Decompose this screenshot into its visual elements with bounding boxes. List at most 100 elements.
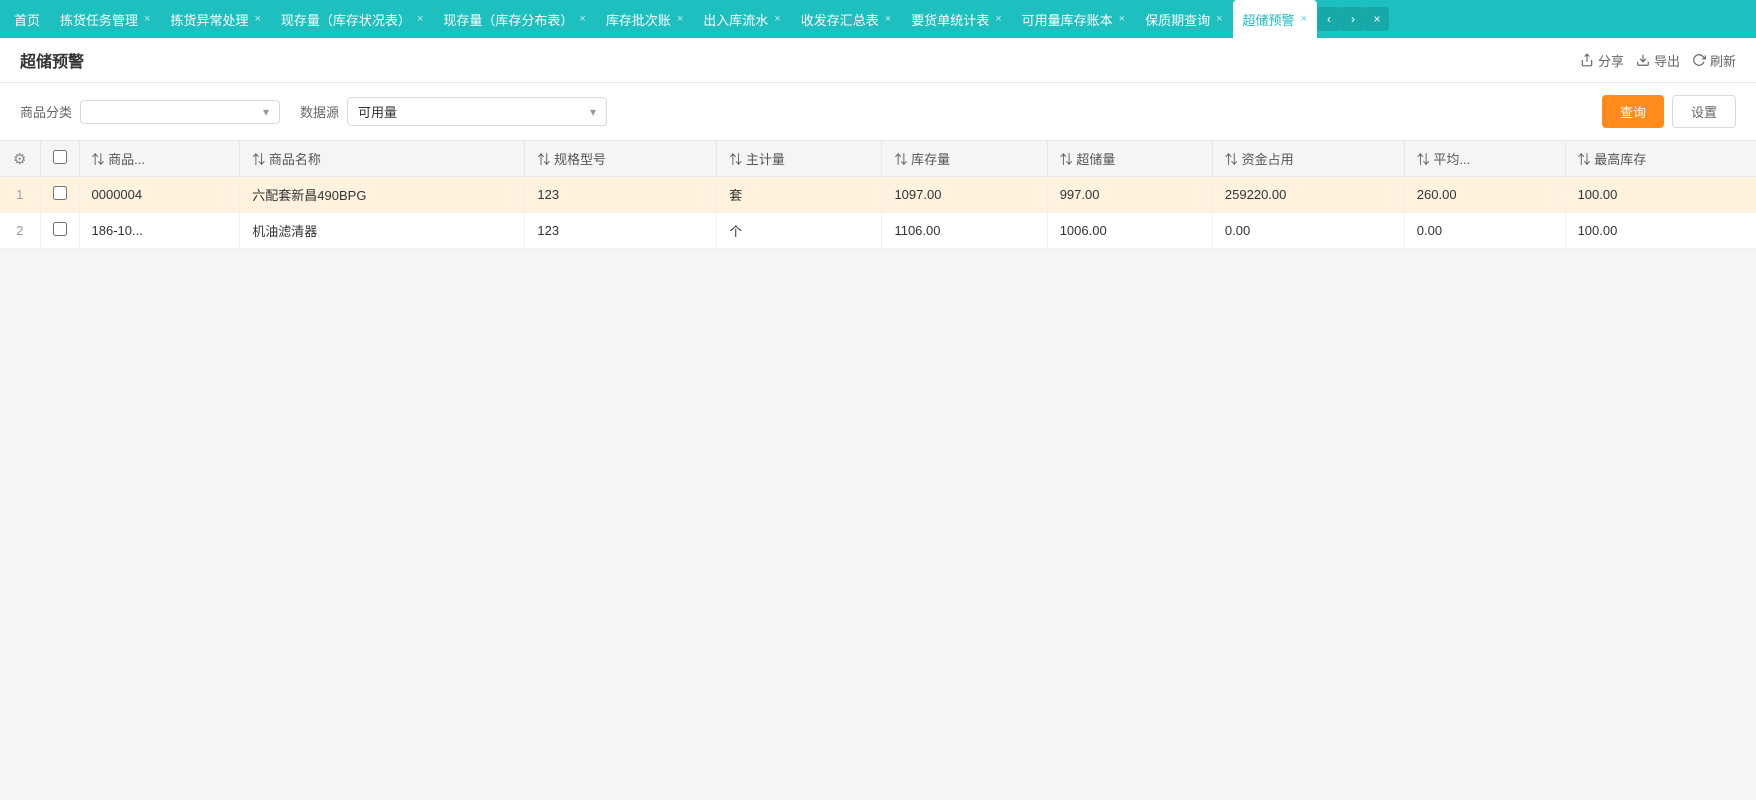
col-overstock: ⇅ 超储量: [1047, 141, 1212, 177]
chevron-down-icon: ▾: [263, 105, 269, 119]
table-row: 2 186-10... 机油滤清器 123 个 1106.00 1006.00 …: [0, 213, 1756, 249]
close-icon[interactable]: ×: [677, 13, 683, 25]
row-number: 2: [0, 213, 40, 249]
export-icon: [1636, 53, 1650, 67]
col-unit: ⇅ 主计量: [717, 141, 882, 177]
table-row: 1 0000004 六配套新昌490BPG 123 套 1097.00 997.…: [0, 177, 1756, 213]
avg: 260.00: [1404, 177, 1565, 213]
close-icon[interactable]: ×: [579, 13, 585, 25]
col-settings: ⚙: [0, 141, 40, 177]
stock: 1097.00: [882, 177, 1047, 213]
col-checkbox: [40, 141, 79, 177]
sort-icon[interactable]: ⇅: [92, 152, 105, 167]
capital: 259220.00: [1212, 177, 1404, 213]
nav-inventory-dist[interactable]: 现存量（库存分布表） ×: [433, 0, 595, 38]
product-code: 186-10...: [79, 213, 240, 249]
table-container: ⚙ ⇅ 商品... ⇅ 商品名称 ⇅ 规格型号 ⇅: [0, 141, 1756, 249]
share-icon: [1580, 53, 1594, 67]
col-max-stock: ⇅ 最高库存: [1565, 141, 1756, 177]
close-icon[interactable]: ×: [995, 13, 1001, 25]
category-filter: 商品分类 ▾: [20, 100, 280, 124]
unit: 套: [717, 177, 882, 213]
nav-arrow-more[interactable]: ×: [1365, 7, 1389, 31]
top-nav: 首页 拣货任务管理 × 拣货异常处理 × 现存量（库存状况表） × 现存量（库存…: [0, 0, 1756, 38]
avg: 0.00: [1404, 213, 1565, 249]
product-name: 六配套新昌490BPG: [240, 177, 525, 213]
overstock-table: ⚙ ⇅ 商品... ⇅ 商品名称 ⇅ 规格型号 ⇅: [0, 141, 1756, 249]
nav-order-stats[interactable]: 要货单统计表 ×: [901, 0, 1011, 38]
nav-available-ledger[interactable]: 可用量库存账本 ×: [1012, 0, 1135, 38]
close-icon[interactable]: ×: [774, 13, 780, 25]
row-checkbox[interactable]: [53, 186, 67, 200]
nav-arrow-left[interactable]: ‹: [1317, 7, 1341, 31]
sort-icon[interactable]: ⇅: [537, 152, 550, 167]
overstock: 1006.00: [1047, 213, 1212, 249]
sort-icon[interactable]: ⇅: [729, 152, 742, 167]
max-stock: 100.00: [1565, 213, 1756, 249]
close-icon[interactable]: ×: [1216, 13, 1222, 25]
close-icon[interactable]: ×: [885, 13, 891, 25]
settings-button[interactable]: 设置: [1672, 95, 1736, 128]
filter-bar: 商品分类 ▾ 数据源 可用量 ▾ 查询 设置: [0, 83, 1756, 141]
gear-icon[interactable]: ⚙: [13, 151, 26, 168]
nav-collect-summary[interactable]: 收发存汇总表 ×: [791, 0, 901, 38]
col-product-name: ⇅ 商品名称: [240, 141, 525, 177]
row-number: 1: [0, 177, 40, 213]
nav-quality-check[interactable]: 保质期查询 ×: [1135, 0, 1232, 38]
row-checkbox-cell: [40, 177, 79, 213]
stock: 1106.00: [882, 213, 1047, 249]
sort-icon[interactable]: ⇅: [1417, 152, 1430, 167]
close-icon[interactable]: ×: [1119, 13, 1125, 25]
col-product-code: ⇅ 商品...: [79, 141, 240, 177]
refresh-icon: [1692, 53, 1706, 67]
sort-icon[interactable]: ⇅: [894, 152, 907, 167]
sort-icon[interactable]: ⇅: [1225, 152, 1238, 167]
export-button[interactable]: 导出: [1636, 51, 1680, 70]
datasource-value: 可用量: [358, 102, 397, 121]
sort-icon[interactable]: ⇅: [252, 152, 265, 167]
category-label: 商品分类: [20, 102, 72, 121]
col-stock: ⇅ 库存量: [882, 141, 1047, 177]
select-all-checkbox[interactable]: [53, 150, 67, 164]
row-checkbox-cell: [40, 213, 79, 249]
category-select[interactable]: ▾: [80, 100, 280, 124]
page-title: 超储预警: [20, 48, 84, 72]
product-code: 0000004: [79, 177, 240, 213]
spec: 123: [525, 177, 717, 213]
datasource-select[interactable]: 可用量 ▾: [347, 97, 607, 126]
unit: 个: [717, 213, 882, 249]
close-icon[interactable]: ×: [144, 13, 150, 25]
page-header: 超储预警 分享 导出 刷新: [0, 38, 1756, 83]
sort-icon[interactable]: ⇅: [1060, 152, 1073, 167]
header-actions: 分享 导出 刷新: [1580, 51, 1736, 70]
table-header-row: ⚙ ⇅ 商品... ⇅ 商品名称 ⇅ 规格型号 ⇅: [0, 141, 1756, 177]
col-avg: ⇅ 平均...: [1404, 141, 1565, 177]
refresh-button[interactable]: 刷新: [1692, 51, 1736, 70]
close-icon[interactable]: ×: [417, 13, 423, 25]
nav-home[interactable]: 首页: [4, 0, 50, 38]
share-button[interactable]: 分享: [1580, 51, 1624, 70]
close-icon[interactable]: ×: [254, 13, 260, 25]
nav-inout-flow[interactable]: 出入库流水 ×: [693, 0, 790, 38]
product-name: 机油滤清器: [240, 213, 525, 249]
table-body: 1 0000004 六配套新昌490BPG 123 套 1097.00 997.…: [0, 177, 1756, 249]
overstock: 997.00: [1047, 177, 1212, 213]
nav-batch[interactable]: 库存批次账 ×: [596, 0, 693, 38]
nav-task-mgmt[interactable]: 拣货任务管理 ×: [50, 0, 160, 38]
datasource-label: 数据源: [300, 102, 339, 121]
max-stock: 100.00: [1565, 177, 1756, 213]
capital: 0.00: [1212, 213, 1404, 249]
sort-icon[interactable]: ⇅: [1578, 152, 1591, 167]
nav-abnormal[interactable]: 拣货异常处理 ×: [160, 0, 270, 38]
nav-inventory-status[interactable]: 现存量（库存状况表） ×: [271, 0, 433, 38]
col-capital: ⇅ 资金占用: [1212, 141, 1404, 177]
close-icon[interactable]: ×: [1301, 13, 1307, 25]
datasource-filter: 数据源 可用量 ▾: [300, 97, 607, 126]
nav-overstock-warning[interactable]: 超储预警 ×: [1233, 0, 1317, 38]
nav-arrow-right[interactable]: ›: [1341, 7, 1365, 31]
chevron-down-icon: ▾: [590, 105, 596, 119]
row-checkbox[interactable]: [53, 222, 67, 236]
filter-actions: 查询 设置: [1602, 95, 1736, 128]
query-button[interactable]: 查询: [1602, 95, 1664, 128]
col-spec: ⇅ 规格型号: [525, 141, 717, 177]
